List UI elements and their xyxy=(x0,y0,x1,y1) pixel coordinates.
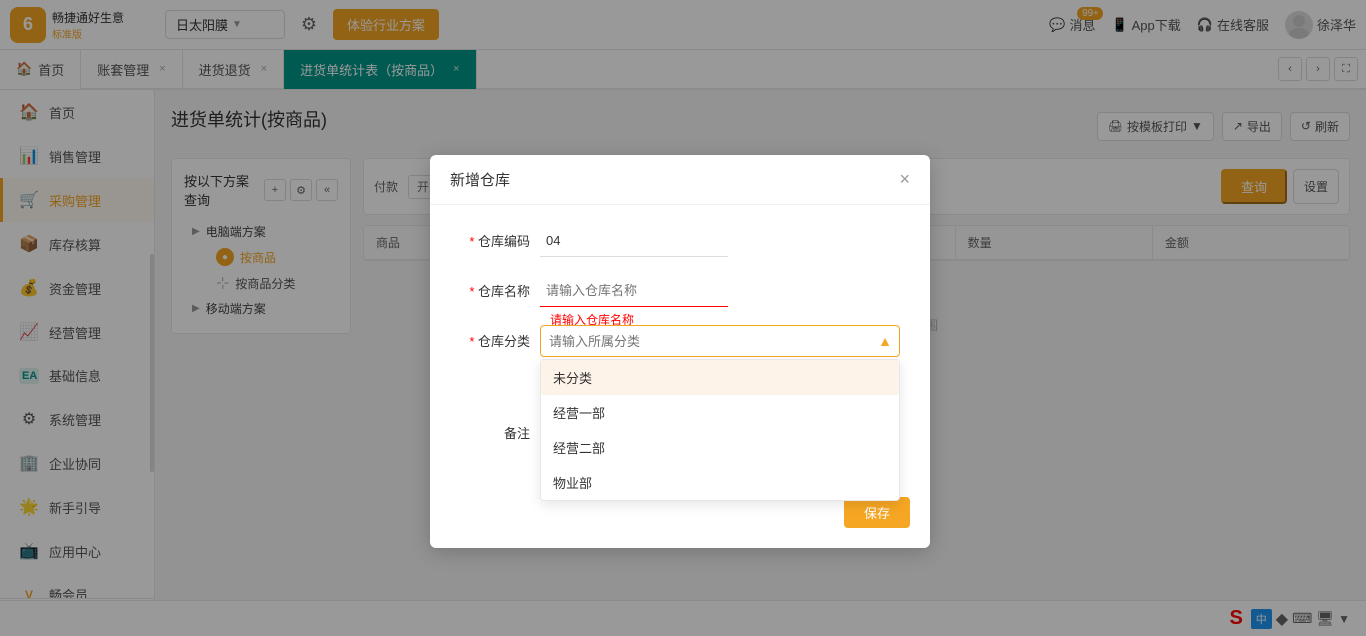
save-button[interactable]: 保存 xyxy=(844,497,910,528)
dropdown-item-uncategorized[interactable]: 未分类 xyxy=(541,360,899,395)
code-input-wrap xyxy=(540,225,900,257)
dropdown-item-dept3[interactable]: 物业部 xyxy=(541,465,899,500)
name-input-wrap xyxy=(540,275,728,307)
form-row-name: 仓库名称 请输入仓库名称 xyxy=(460,275,900,307)
category-dropdown: 未分类 经营一部 经营二部 物业部 xyxy=(540,359,900,501)
name-label: 仓库名称 xyxy=(460,275,540,300)
category-input[interactable] xyxy=(540,325,900,357)
modal-close-button[interactable]: × xyxy=(899,169,910,190)
modal-add-warehouse: 新增仓库 × 仓库编码 仓库名称 请输入仓库名称 xyxy=(430,155,930,548)
name-input[interactable] xyxy=(540,275,728,307)
name-input-row: 仓库名称 xyxy=(460,275,728,307)
note-label: 备注 xyxy=(460,417,540,442)
category-input-wrap: ▲ 未分类 经营一部 经营二部 物业部 xyxy=(540,325,900,357)
modal-header: 新增仓库 × xyxy=(430,155,930,205)
form-row-category: 仓库分类 ▲ 未分类 经营一部 经营二部 物业部 xyxy=(460,325,900,357)
modal-body: 仓库编码 仓库名称 请输入仓库名称 仓库分类 xyxy=(430,205,930,487)
code-input[interactable] xyxy=(540,225,728,257)
category-chevron-icon[interactable]: ▲ xyxy=(878,333,892,349)
dropdown-item-dept2[interactable]: 经营二部 xyxy=(541,430,899,465)
modal-title: 新增仓库 xyxy=(450,169,510,190)
category-label: 仓库分类 xyxy=(460,325,540,350)
code-label: 仓库编码 xyxy=(460,225,540,250)
dropdown-item-dept1[interactable]: 经营一部 xyxy=(541,395,899,430)
form-row-code: 仓库编码 xyxy=(460,225,900,257)
